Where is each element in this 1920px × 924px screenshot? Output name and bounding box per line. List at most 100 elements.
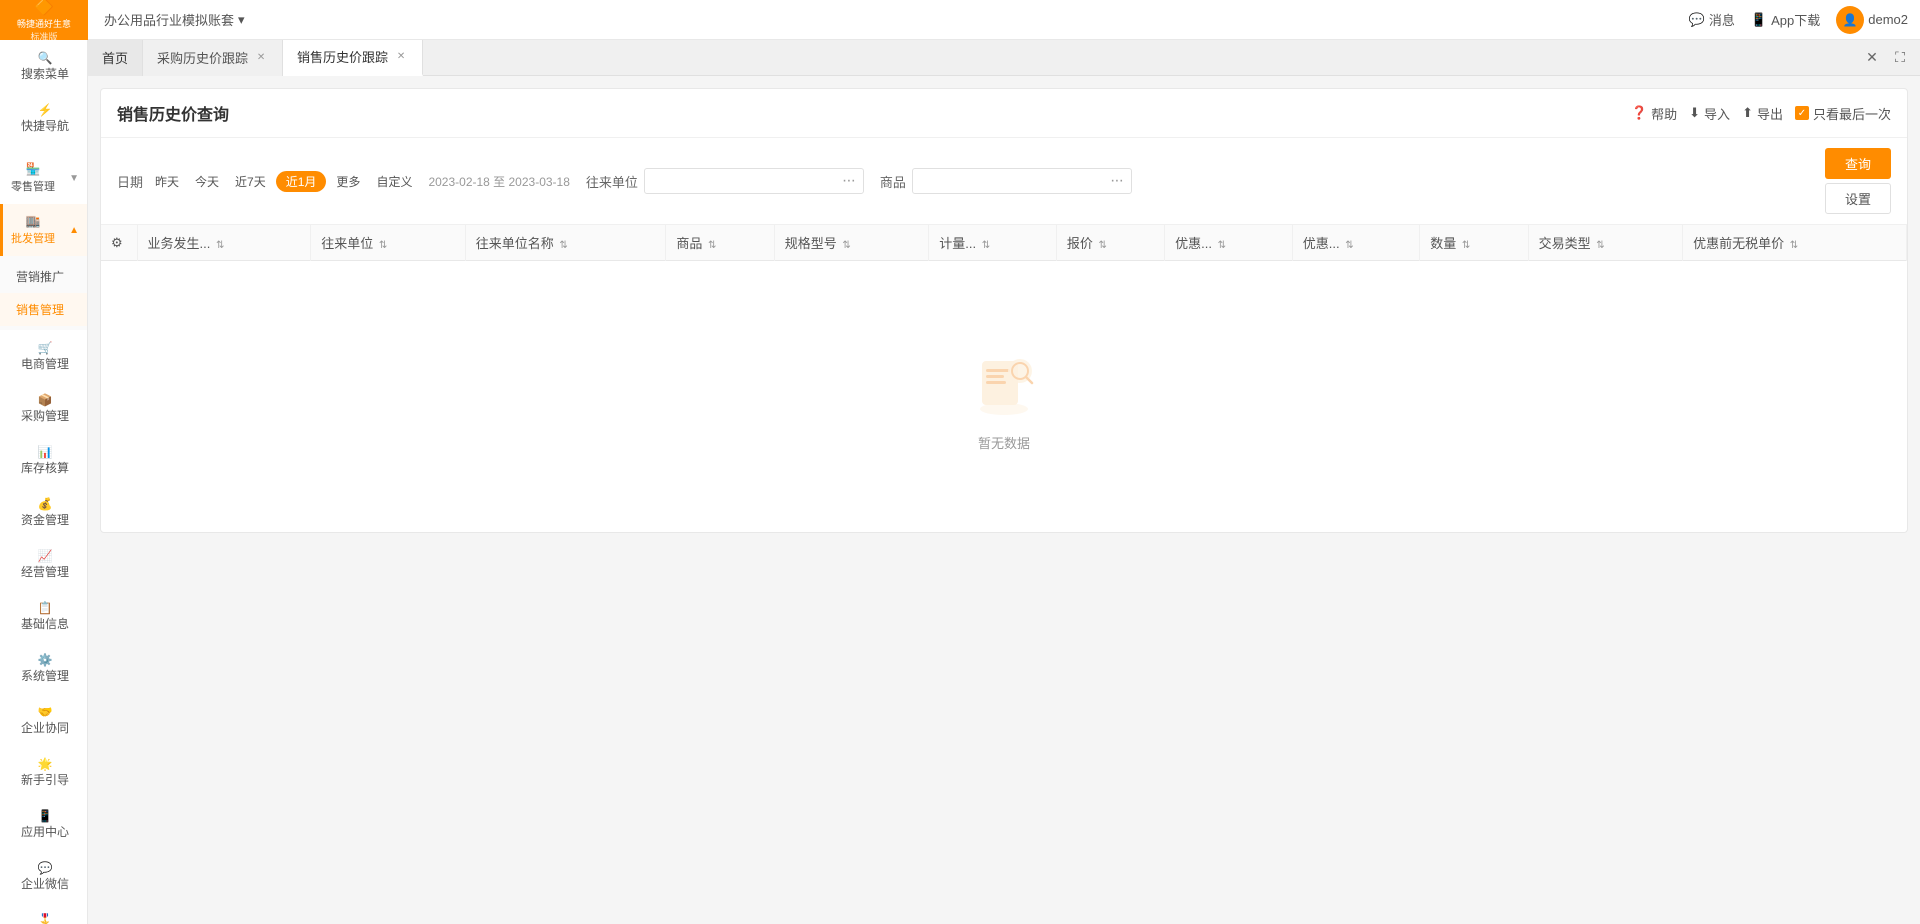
- sidebar-newbie-label: 新手引导: [21, 771, 69, 788]
- company-selector[interactable]: 办公用品行业模拟账套 ▾: [96, 6, 253, 33]
- sidebar-item-member[interactable]: 🎖️ 畅会员: [0, 902, 87, 924]
- sidebar-sub-item-sales[interactable]: 销售管理: [0, 293, 87, 326]
- sidebar-sub-item-marketing[interactable]: 营销推广: [0, 260, 87, 293]
- sidebar-item-basic[interactable]: 📋 基础信息: [0, 590, 87, 642]
- th-goods[interactable]: 商品 ⇅: [666, 225, 774, 261]
- sidebar-wholesale-inner: 🏬 批发管理: [11, 214, 55, 246]
- empty-text: 暂无数据: [978, 433, 1030, 452]
- date-btn-last1m[interactable]: 近1月: [276, 171, 327, 192]
- sidebar-finance-label: 资金管理: [21, 511, 69, 528]
- sidebar-item-enterprise[interactable]: 🤝 企业协同: [0, 694, 87, 746]
- sort-icon-partner-name: ⇅: [559, 240, 567, 251]
- stock-icon: 📊: [38, 445, 53, 459]
- sidebar-item-apps[interactable]: 📱 应用中心: [0, 798, 87, 850]
- date-btn-yesterday[interactable]: 昨天: [149, 171, 185, 192]
- sidebar: 🔍 搜索菜单 ⚡ 快捷导航 🏪 零售管理 ▼ 🏬 批发管理 ▲ 营销推广: [0, 40, 88, 924]
- sort-icon-partner-code: ⇅: [379, 240, 387, 251]
- th-discount1[interactable]: 优惠... ⇅: [1165, 225, 1293, 261]
- th-unit[interactable]: 计量... ⇅: [929, 225, 1057, 261]
- top-bar-left: 🔶 畅捷通好生意 标准版 办公用品行业模拟账套 ▾: [0, 0, 253, 40]
- sidebar-item-shortcut[interactable]: ⚡ 快捷导航: [0, 92, 87, 144]
- enterprise-icon: 🤝: [38, 705, 53, 719]
- partner-filter-group: 往来单位 ···: [586, 168, 864, 194]
- th-biz-date[interactable]: 业务发生... ⇅: [137, 225, 311, 261]
- query-button[interactable]: 查询: [1825, 148, 1891, 179]
- sidebar-retail-inner: 🏪 零售管理: [11, 162, 55, 194]
- th-qty[interactable]: 数量 ⇅: [1420, 225, 1528, 261]
- th-pretax-price-label: 优惠前无税单价: [1693, 236, 1784, 251]
- date-label: 日期: [117, 172, 143, 191]
- help-button[interactable]: ❓ 帮助: [1631, 104, 1677, 123]
- date-btn-more[interactable]: 更多: [330, 171, 366, 192]
- data-table: ⚙ 业务发生... ⇅ 往来单位 ⇅: [101, 225, 1907, 261]
- th-spec-label: 规格型号: [785, 236, 837, 251]
- sidebar-sub-wholesale: 营销推广 销售管理: [0, 256, 87, 330]
- th-quote-label: 报价: [1067, 236, 1093, 251]
- date-btn-last7[interactable]: 近7天: [229, 171, 272, 192]
- th-trade-type[interactable]: 交易类型 ⇅: [1528, 225, 1683, 261]
- wechat-icon: 💬: [38, 861, 53, 875]
- goods-input[interactable]: ···: [912, 168, 1132, 194]
- sidebar-item-wholesale[interactable]: 🏬 批发管理 ▲: [0, 204, 87, 256]
- page-card: 销售历史价查询 ❓ 帮助 ⬇ 导入 ⬆ 导出: [100, 88, 1908, 533]
- partner-label: 往来单位: [586, 172, 638, 191]
- member-icon: 🎖️: [38, 913, 53, 924]
- sidebar-item-search[interactable]: 🔍 搜索菜单: [0, 40, 87, 92]
- export-button[interactable]: ⬆ 导出: [1742, 104, 1783, 123]
- th-quote[interactable]: 报价 ⇅: [1056, 225, 1164, 261]
- tab-home[interactable]: 首页: [88, 40, 143, 76]
- th-spec[interactable]: 规格型号 ⇅: [774, 225, 929, 261]
- settings-button[interactable]: 设置: [1825, 183, 1891, 214]
- th-trade-type-label: 交易类型: [1539, 236, 1591, 251]
- date-range-text: 2023-02-18 至 2023-03-18: [428, 173, 569, 190]
- th-partner-name[interactable]: 往来单位名称 ⇅: [465, 225, 666, 261]
- sidebar-item-system[interactable]: ⚙️ 系统管理: [0, 642, 87, 694]
- avatar-icon: 👤: [1843, 13, 1858, 27]
- th-partner-code[interactable]: 往来单位 ⇅: [311, 225, 466, 261]
- filter-bar: 日期 昨天 今天 近7天 近1月 更多 自定义 2023-02-18 至 202…: [101, 138, 1907, 225]
- avatar: 👤: [1836, 6, 1864, 34]
- app-download-label: App下载: [1771, 10, 1820, 29]
- tab-close-all-button[interactable]: ✕: [1860, 46, 1884, 70]
- tab-home-label: 首页: [102, 48, 128, 67]
- shortcut-icon: ⚡: [38, 103, 53, 117]
- th-pretax-price[interactable]: 优惠前无税单价 ⇅: [1683, 225, 1907, 261]
- th-unit-label: 计量...: [939, 236, 976, 251]
- ecommerce-icon: 🛒: [38, 341, 53, 355]
- date-btn-today[interactable]: 今天: [189, 171, 225, 192]
- sidebar-item-newbie[interactable]: 🌟 新手引导: [0, 746, 87, 798]
- tab-purchase-close[interactable]: ✕: [254, 51, 268, 65]
- partner-input[interactable]: ···: [644, 168, 864, 194]
- sidebar-item-purchase[interactable]: 📦 采购管理: [0, 382, 87, 434]
- tab-purchase-history[interactable]: 采购历史价跟踪 ✕: [143, 40, 283, 76]
- content-area: 首页 采购历史价跟踪 ✕ 销售历史价跟踪 ✕ ✕ ⛶ 销售历史价查询: [88, 40, 1920, 924]
- company-dropdown-icon: ▾: [238, 12, 245, 28]
- tab-fullscreen-button[interactable]: ⛶: [1888, 46, 1912, 70]
- sidebar-item-finance[interactable]: 💰 资金管理: [0, 486, 87, 538]
- app-download-button[interactable]: 📱 App下载: [1751, 10, 1820, 29]
- user-name: demo2: [1868, 12, 1908, 27]
- date-btn-custom[interactable]: 自定义: [370, 171, 418, 192]
- th-partner-name-label: 往来单位名称: [476, 236, 554, 251]
- sidebar-item-ecommerce[interactable]: 🛒 电商管理: [0, 330, 87, 382]
- tab-purchase-label: 采购历史价跟踪: [157, 48, 248, 67]
- marketing-label: 营销推广: [16, 270, 64, 284]
- th-discount2-label: 优惠...: [1303, 236, 1340, 251]
- sidebar-item-wechat[interactable]: 💬 企业微信: [0, 850, 87, 902]
- sidebar-item-stock[interactable]: 📊 库存核算: [0, 434, 87, 486]
- logo-icon: 🔶: [34, 0, 54, 17]
- tab-sales-close[interactable]: ✕: [394, 50, 408, 64]
- th-discount2[interactable]: 优惠... ⇅: [1292, 225, 1420, 261]
- messages-button[interactable]: 💬 消息: [1689, 10, 1735, 29]
- top-bar: 🔶 畅捷通好生意 标准版 办公用品行业模拟账套 ▾ 💬 消息 📱 App下载 👤…: [0, 0, 1920, 40]
- logo-area: 🔶 畅捷通好生意 标准版: [0, 0, 88, 40]
- tab-sales-history[interactable]: 销售历史价跟踪 ✕: [283, 40, 423, 76]
- th-discount1-label: 优惠...: [1175, 236, 1212, 251]
- sidebar-item-operation[interactable]: 📈 经营管理: [0, 538, 87, 590]
- only-last-checkbox[interactable]: ✓ 只看最后一次: [1795, 104, 1891, 123]
- th-partner-code-label: 往来单位: [321, 236, 373, 251]
- th-gear[interactable]: ⚙: [101, 225, 137, 261]
- user-area[interactable]: 👤 demo2: [1836, 6, 1908, 34]
- sidebar-item-retail[interactable]: 🏪 零售管理 ▼: [0, 152, 87, 204]
- import-button[interactable]: ⬇ 导入: [1689, 104, 1730, 123]
